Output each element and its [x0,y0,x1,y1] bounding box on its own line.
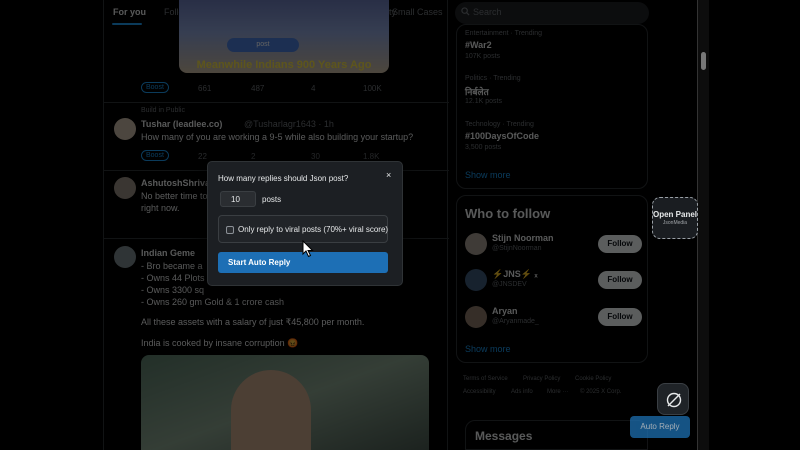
browser-scrollbar[interactable] [697,0,709,450]
scrollbar-thumb[interactable] [701,52,706,70]
follow-button[interactable]: Follow [598,271,642,289]
post-4-line: - Owns 260 gm Gold & 1 crore cash [141,297,285,307]
follow-user-handle: @JNSDEV [492,281,527,288]
post-2-author[interactable]: Tushar (leadlee.co) [141,119,222,129]
messages-drawer[interactable]: Messages [465,420,648,450]
trend-count: 3,500 posts [465,144,502,151]
post-2-text: How many of you are working a 9-5 while … [141,132,414,142]
post-3-text-line-2: right now. [141,203,180,213]
avatar[interactable] [465,269,487,291]
like-count[interactable]: 30 [311,152,320,161]
footer-link[interactable]: Ads info [511,389,533,395]
follow-button[interactable]: Follow [598,308,642,326]
auto-reply-modal: How many replies should Json post? × pos… [207,161,403,286]
follow-button[interactable]: Follow [598,235,642,253]
viral-only-checkbox[interactable] [226,226,234,234]
photo-person-shape [231,370,311,450]
view-count[interactable]: 1.8K [363,152,379,161]
post-4-line: All these assets with a salary of just ₹… [141,317,365,327]
trend-name[interactable]: निर्बलेत [465,85,489,98]
footer-copyright: © 2025 X Corp. [580,389,622,395]
trend-category: Technology · Trending [465,121,534,128]
post-1-actions: Boost 661 487 4 100K [141,82,441,94]
auto-reply-floating-button[interactable]: Auto Reply [630,416,690,438]
grok-icon [665,391,683,409]
post-image-meme[interactable]: post Meanwhile Indians 900 Years Ago [179,0,389,73]
footer-link[interactable]: More ··· [547,389,568,395]
post-2-context: Build in Public [141,107,185,114]
who-to-follow-title: Who to follow [465,206,551,221]
boost-button[interactable]: Boost [141,82,169,93]
post-4-author[interactable]: Indian Geme [141,248,195,258]
post-4-line: - Owns 3300 sq [141,285,205,295]
meme-badge: post [227,38,299,52]
post-3-author[interactable]: AshutoshShriva [141,178,210,188]
post-4-line: - Owns 44 Plots [141,273,205,283]
trend-category: Politics · Trending [465,75,521,82]
close-button[interactable]: × [386,170,391,180]
avatar[interactable] [114,118,136,140]
trend-count: 107K posts [465,53,501,60]
footer-link[interactable]: Accessibility [463,389,496,395]
footer-link[interactable]: Cookie Policy [575,376,611,382]
close-icon: × [386,170,392,180]
reply-count-input[interactable] [220,191,256,207]
repost-count[interactable]: 2 [251,152,255,161]
active-tab-indicator [112,23,142,25]
follow-user-name[interactable]: ⚡JNS⚡ ₓ [492,269,538,280]
follow-user-handle: @StijnNoorman [492,245,542,252]
footer-link[interactable]: Privacy Policy [523,376,560,382]
reply-count-suffix: posts [262,195,282,204]
post-4-line: India is cooked by insane corruption 😡 [141,338,299,348]
search-icon [461,7,470,16]
reply-count[interactable]: 661 [198,84,211,93]
trend-name[interactable]: #100DaysOfCode [465,131,539,141]
grok-button[interactable] [657,383,689,415]
post-4-line: - Bro became a [141,261,203,271]
like-count[interactable]: 4 [311,84,315,93]
tab-small-cases[interactable]: Small Cases [392,7,443,17]
tab-for-you[interactable]: For you [113,7,146,17]
viral-option-box[interactable]: Only reply to viral posts (70%+ viral sc… [218,215,388,243]
divider [104,102,449,103]
post-4-photo[interactable] [141,355,429,450]
right-sidebar: Search Entertainment · Trending #War2 10… [455,0,655,450]
repost-count[interactable]: 487 [251,84,264,93]
follow-user-name[interactable]: Aryan [492,306,518,316]
trends-box: Entertainment · Trending #War2 107K post… [456,24,648,189]
follow-user-handle: @Aryanmade_ [492,318,539,325]
reply-count[interactable]: 22 [198,152,207,161]
boost-button[interactable]: Boost [141,150,169,161]
open-panel-sublabel: JsonMedia [662,220,688,226]
open-panel-label: Open Panel [653,210,698,219]
viral-only-label[interactable]: Only reply to viral posts (70%+ viral sc… [238,225,388,234]
show-more-link[interactable]: Show more [465,170,511,180]
modal-question: How many replies should Json post? [218,174,349,183]
avatar[interactable] [465,306,487,328]
avatar[interactable] [114,246,136,268]
trend-count: 12.1K posts [465,98,502,105]
view-count[interactable]: 100K [363,84,382,93]
footer-link[interactable]: Terms of Service [463,376,508,382]
show-more-link[interactable]: Show more [465,344,511,354]
avatar[interactable] [465,233,487,255]
post-2-handle[interactable]: @Tusharlagr1643 · 1h [244,119,334,129]
who-to-follow-box: Who to follow Stijn Noorman @StijnNoorma… [456,195,648,363]
open-panel-button[interactable]: Open Panel JsonMedia [652,197,698,239]
search-input[interactable]: Search [455,2,649,24]
trend-name[interactable]: #War2 [465,40,492,50]
search-placeholder: Search [473,7,502,17]
trend-category: Entertainment · Trending [465,30,543,37]
avatar[interactable] [114,177,136,199]
meme-caption: Meanwhile Indians 900 Years Ago [196,59,372,71]
post-3-text-line-1: No better time to [141,191,208,201]
follow-user-name[interactable]: Stijn Noorman [492,233,554,243]
